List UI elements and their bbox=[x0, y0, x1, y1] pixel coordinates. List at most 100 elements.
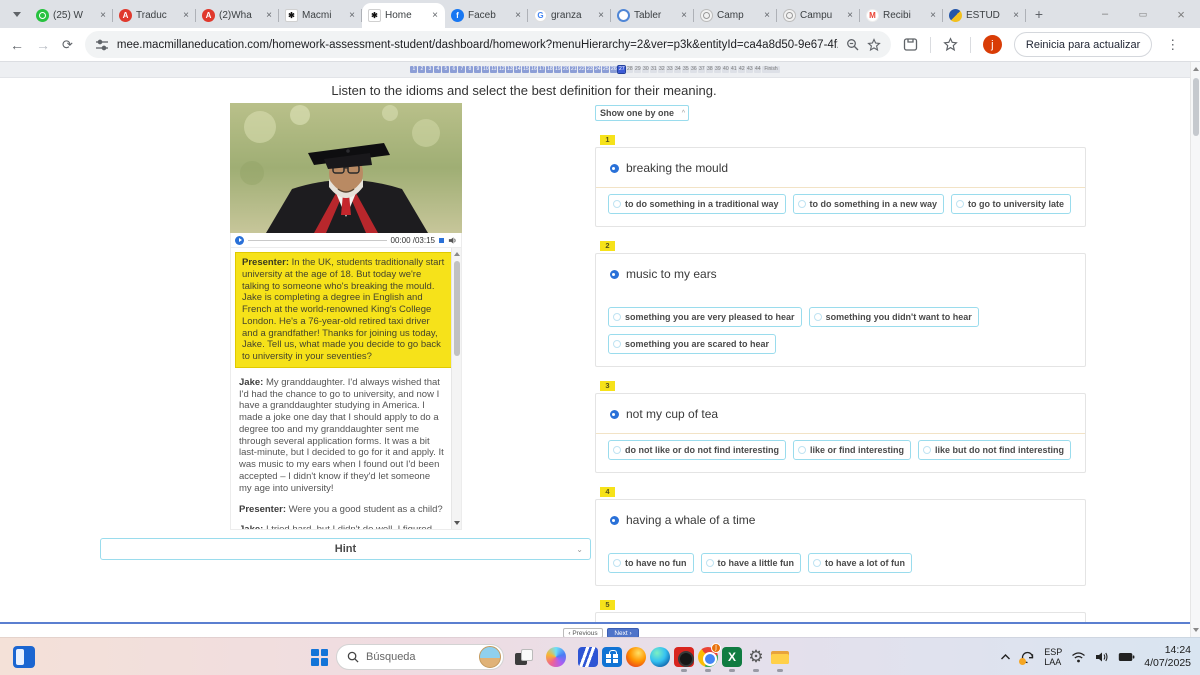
task-view-icon[interactable] bbox=[512, 642, 536, 672]
show-one-by-one-button[interactable]: Show one by one ^ bbox=[595, 105, 690, 121]
sync-icon[interactable] bbox=[1019, 651, 1035, 665]
widgets-icon[interactable] bbox=[13, 646, 35, 668]
answer-option-button[interactable]: to have a lot of fun bbox=[808, 553, 913, 573]
search-highlight-image[interactable] bbox=[479, 646, 501, 668]
previous-button[interactable]: ‹ Previous bbox=[563, 628, 603, 637]
profile-avatar[interactable]: j bbox=[982, 35, 1002, 54]
answer-option-button[interactable]: to do something in a new way bbox=[792, 194, 945, 214]
pagination-square[interactable]: 17 bbox=[538, 66, 546, 73]
pagination-square[interactable]: 19 bbox=[554, 66, 562, 73]
url-text[interactable]: mee.macmillaneducation.com/homework-asse… bbox=[117, 39, 838, 51]
pagination-square[interactable]: 30 bbox=[642, 66, 650, 73]
browser-tab[interactable]: Campu × bbox=[777, 3, 860, 28]
pagination-square[interactable]: 6 bbox=[450, 66, 458, 73]
pagination-square[interactable]: 35 bbox=[682, 66, 690, 73]
volume-icon[interactable] bbox=[448, 236, 457, 245]
transcript-scrollbar[interactable] bbox=[451, 248, 461, 529]
pagination-square[interactable]: 25 bbox=[602, 66, 610, 73]
pagination-square[interactable]: 40 bbox=[722, 66, 730, 73]
browser-tab[interactable]: Traduc × bbox=[113, 3, 196, 28]
answer-option-button[interactable]: like but do not find interesting bbox=[918, 440, 1072, 460]
tab-close-icon[interactable]: × bbox=[431, 10, 439, 21]
answer-option-button[interactable]: to have no fun bbox=[608, 553, 694, 573]
answer-option-button[interactable]: do not like or do not find interesting bbox=[608, 440, 786, 460]
pagination-square[interactable]: 41 bbox=[730, 66, 738, 73]
tab-close-icon[interactable]: × bbox=[763, 10, 771, 21]
pagination-square[interactable]: 18 bbox=[546, 66, 554, 73]
audio-play-icon[interactable] bbox=[610, 269, 619, 279]
tray-chevron-icon[interactable] bbox=[1000, 653, 1011, 661]
pagination-square[interactable]: 37 bbox=[698, 66, 706, 73]
pagination-square[interactable]: 36 bbox=[690, 66, 698, 73]
file-explorer-icon[interactable] bbox=[768, 642, 792, 672]
pagination-square[interactable]: 21 bbox=[570, 66, 578, 73]
copilot-icon[interactable] bbox=[544, 642, 568, 672]
answer-option-button[interactable]: something you are scared to hear bbox=[608, 334, 777, 354]
scroll-up-icon[interactable] bbox=[454, 252, 460, 256]
pagination-square[interactable]: 4 bbox=[434, 66, 442, 73]
back-icon[interactable]: ← bbox=[10, 37, 24, 53]
video-player[interactable] bbox=[230, 103, 462, 233]
browser-tab[interactable]: ESTUD × bbox=[943, 3, 1026, 28]
browser-tab[interactable]: granza × bbox=[528, 3, 611, 28]
pagination-square[interactable]: 34 bbox=[674, 66, 682, 73]
zoom-icon[interactable] bbox=[846, 38, 859, 51]
pagination-square[interactable]: 27 bbox=[617, 65, 627, 74]
battery-icon[interactable] bbox=[1118, 652, 1135, 662]
transcript-panel[interactable]: Presenter: In the UK, students tradition… bbox=[230, 248, 462, 530]
tab-close-icon[interactable]: × bbox=[348, 10, 356, 21]
pagination-square[interactable]: 9 bbox=[474, 66, 482, 73]
browser-menu-icon[interactable]: ⋮ bbox=[1164, 37, 1181, 53]
audio-play-icon[interactable] bbox=[610, 163, 619, 173]
page-scroll-thumb[interactable] bbox=[1192, 78, 1199, 136]
audio-play-icon[interactable] bbox=[610, 409, 619, 419]
pagination-square[interactable]: 31 bbox=[650, 66, 658, 73]
edge-icon[interactable] bbox=[648, 642, 672, 672]
pagination-square[interactable]: 23 bbox=[586, 66, 594, 73]
microsoft-store-icon[interactable] bbox=[600, 642, 624, 672]
pagination-square[interactable]: 7 bbox=[458, 66, 466, 73]
browser-tab[interactable]: Tabler × bbox=[611, 3, 694, 28]
tab-close-icon[interactable]: × bbox=[680, 10, 688, 21]
hint-button[interactable]: Hint ⌄ bbox=[100, 538, 591, 560]
page-scroll-up-icon[interactable] bbox=[1193, 67, 1199, 71]
site-settings-icon[interactable] bbox=[95, 38, 109, 52]
address-bar[interactable]: mee.macmillaneducation.com/homework-asse… bbox=[84, 31, 891, 58]
tab-close-icon[interactable]: × bbox=[99, 10, 107, 21]
bookmark-star-icon[interactable] bbox=[867, 37, 881, 52]
browser-tab[interactable]: (25) W × bbox=[30, 3, 113, 28]
answer-option-button[interactable]: to do something in a traditional way bbox=[608, 194, 786, 214]
forward-icon[interactable]: → bbox=[36, 37, 50, 53]
answer-option-button[interactable]: something you didn't want to hear bbox=[808, 307, 979, 327]
pagination-square[interactable]: 29 bbox=[634, 66, 642, 73]
browser-tab[interactable]: Macmi × bbox=[279, 3, 362, 28]
browser-tab[interactable]: (2)Wha × bbox=[196, 3, 279, 28]
tab-close-icon[interactable]: × bbox=[846, 10, 854, 21]
tab-close-icon[interactable]: × bbox=[514, 10, 522, 21]
page-scroll-down-icon[interactable] bbox=[1193, 628, 1199, 632]
m365-icon[interactable] bbox=[576, 642, 600, 672]
audio-play-icon[interactable] bbox=[610, 515, 619, 525]
tab-close-icon[interactable]: × bbox=[929, 10, 937, 21]
browser-tab[interactable]: Faceb × bbox=[445, 3, 528, 28]
side-panel-icon[interactable] bbox=[903, 37, 918, 52]
pagination-square[interactable]: 5 bbox=[442, 66, 450, 73]
maximize-button[interactable] bbox=[1124, 0, 1162, 28]
transcript-scroll-thumb[interactable] bbox=[453, 261, 460, 356]
excel-icon[interactable]: X bbox=[720, 642, 744, 672]
pagination-square[interactable]: 26 bbox=[610, 66, 618, 73]
pagination-square[interactable]: 43 bbox=[746, 66, 754, 73]
page-scrollbar[interactable] bbox=[1190, 62, 1200, 637]
pagination-square[interactable]: 22 bbox=[578, 66, 586, 73]
pagination-square[interactable]: 2 bbox=[418, 66, 426, 73]
tab-close-icon[interactable]: × bbox=[597, 10, 605, 21]
media-app-icon[interactable] bbox=[672, 642, 696, 672]
tab-close-icon[interactable]: × bbox=[182, 10, 190, 21]
new-tab-button[interactable]: + bbox=[1028, 3, 1050, 25]
close-button[interactable] bbox=[1162, 0, 1200, 28]
favorites-star-icon[interactable] bbox=[943, 37, 958, 52]
pagination-square[interactable]: 11 bbox=[490, 66, 498, 73]
browser-tab[interactable]: Camp × bbox=[694, 3, 777, 28]
restart-to-update-button[interactable]: Reinicia para actualizar bbox=[1013, 32, 1153, 57]
minimize-button[interactable] bbox=[1086, 0, 1124, 28]
